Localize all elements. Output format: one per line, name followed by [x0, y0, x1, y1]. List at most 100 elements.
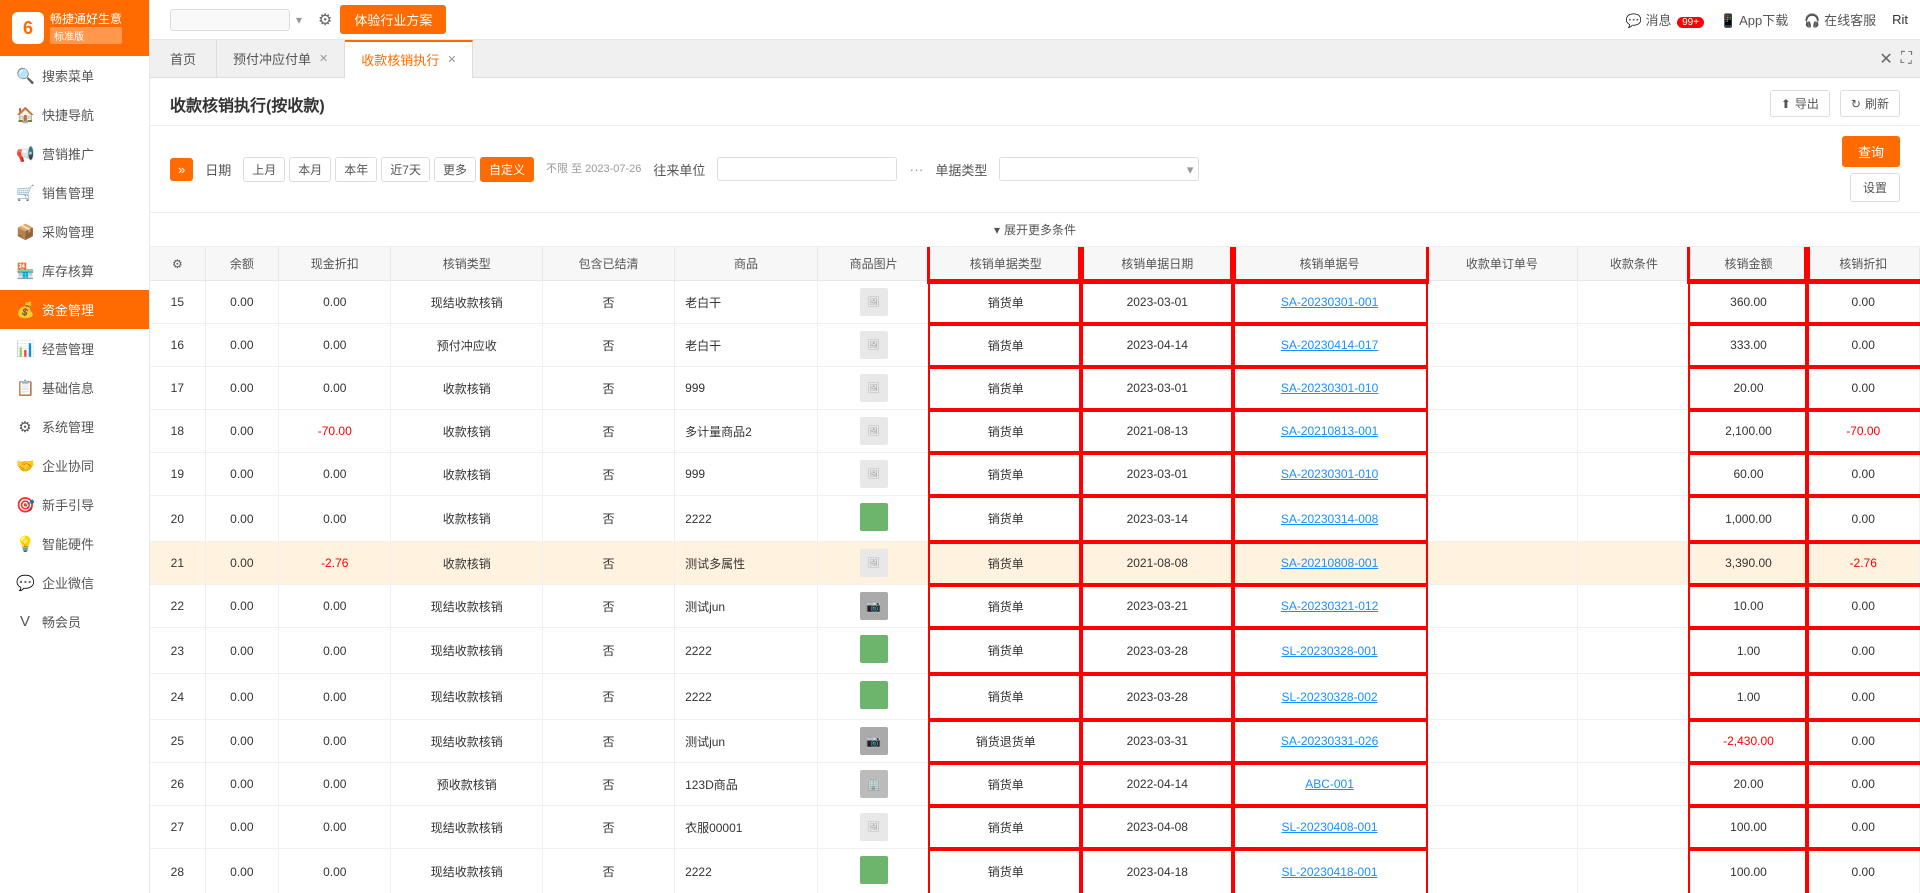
row-type: 预付冲应收	[391, 324, 543, 367]
row-included: 否	[543, 496, 675, 542]
goods-img	[860, 635, 888, 663]
partner-input[interactable]	[717, 157, 897, 181]
table-row: 15 0.00 0.00 现结收款核销 否 老白干 🖼 销货单 2023-03-…	[150, 281, 1920, 324]
date-btn-more[interactable]: 更多	[434, 157, 476, 182]
page-header: 收款核销执行(按收款) ⬆ 导出 ↻ 刷新	[150, 78, 1920, 126]
goods-img: 🖼	[860, 331, 888, 359]
row-included: 否	[543, 674, 675, 720]
row-payment-cond	[1578, 585, 1690, 628]
row-discount: 0.00	[1807, 849, 1920, 893]
message-link[interactable]: 💬 消息 99+	[1626, 10, 1704, 29]
tab-prepayment[interactable]: 预付冲应付单 ✕	[217, 40, 345, 78]
sidebar: 6 畅捷通好生意 标准版 🔍 搜索菜单 🏠 快捷导航 📢 营销推广 🛒 销售管理…	[0, 0, 150, 893]
tab-close-all-button[interactable]: ✕	[1879, 49, 1892, 69]
sidebar-item-purchase[interactable]: 📦 采购管理	[0, 212, 149, 251]
expand-conditions-btn[interactable]: ▾ 展开更多条件	[986, 217, 1084, 242]
col-payment-cond: 收款条件	[1578, 247, 1690, 281]
row-included: 否	[543, 628, 675, 674]
bill-type-label: 单据类型	[935, 160, 987, 179]
row-no: 28	[150, 849, 205, 893]
sidebar-item-finance[interactable]: 💰 资金管理	[0, 290, 149, 329]
row-bill-date: 2023-04-08	[1081, 806, 1233, 849]
col-settings[interactable]: ⚙	[150, 247, 205, 281]
row-payment-cond	[1578, 324, 1690, 367]
tab-prepayment-close[interactable]: ✕	[319, 52, 328, 65]
user-name[interactable]: Rit	[1892, 12, 1908, 27]
sidebar-item-marketing[interactable]: 📢 营销推广	[0, 134, 149, 173]
sidebar-label-guide: 新手引导	[42, 495, 94, 514]
row-payment-cond	[1578, 410, 1690, 453]
sidebar-label-hardware: 智能硬件	[42, 534, 94, 553]
row-bill-type: 销货单	[930, 496, 1082, 542]
tab-home[interactable]: 首页	[150, 40, 217, 78]
date-btn-last-month[interactable]: 上月	[243, 157, 285, 182]
row-type: 现结收款核销	[391, 720, 543, 763]
goods-img: 📷	[860, 592, 888, 620]
sidebar-item-collab[interactable]: 🤝 企业协同	[0, 446, 149, 485]
finance-icon: 💰	[16, 301, 34, 319]
sidebar-item-basicinfo[interactable]: 📋 基础信息	[0, 368, 149, 407]
row-type: 预收款核销	[391, 763, 543, 806]
row-type: 现结收款核销	[391, 674, 543, 720]
date-btn-custom[interactable]: 自定义	[480, 157, 534, 182]
row-bill-date: 2022-04-14	[1081, 763, 1233, 806]
sidebar-item-search[interactable]: 🔍 搜索菜单	[0, 56, 149, 95]
operations-icon: 📊	[16, 340, 34, 358]
row-goods: 老白干	[675, 324, 818, 367]
home-icon: 🏠	[16, 106, 34, 124]
row-cash-discount: 0.00	[279, 628, 391, 674]
settings-icon[interactable]: ⚙	[318, 10, 332, 30]
bill-type-select[interactable]: 销货单 销货退货单	[999, 157, 1199, 181]
sidebar-item-guide[interactable]: 🎯 新手引导	[0, 485, 149, 524]
sidebar-item-wechat[interactable]: 💬 企业微信	[0, 563, 149, 602]
row-goods: 999	[675, 453, 818, 496]
row-no: 16	[150, 324, 205, 367]
row-amount: 10.00	[1690, 585, 1807, 628]
app-download-link[interactable]: 📱 App下载	[1720, 10, 1788, 29]
row-bill-no: SA-20230414-017	[1233, 324, 1426, 367]
filter-settings-button[interactable]: 设置	[1850, 173, 1900, 202]
row-payment-cond	[1578, 763, 1690, 806]
sidebar-item-inventory[interactable]: 🏪 库存核算	[0, 251, 149, 290]
row-discount: -70.00	[1807, 410, 1920, 453]
sidebar-item-nav[interactable]: 🏠 快捷导航	[0, 95, 149, 134]
date-btn-7days[interactable]: 近7天	[381, 157, 430, 182]
brand-input[interactable]	[170, 9, 290, 31]
sidebar-item-sales[interactable]: 🛒 销售管理	[0, 173, 149, 212]
row-goods-img	[817, 674, 929, 720]
date-btn-this-year[interactable]: 本年	[335, 157, 377, 182]
solution-button[interactable]: 体验行业方案	[340, 5, 446, 34]
query-button[interactable]: 查询	[1842, 136, 1900, 167]
sidebar-item-operations[interactable]: 📊 经营管理	[0, 329, 149, 368]
table-row: 23 0.00 0.00 现结收款核销 否 2222 销货单 2023-03-2…	[150, 628, 1920, 674]
col-bill-type: 核销单据类型	[930, 247, 1082, 281]
partner-more-btn[interactable]: ···	[909, 161, 923, 177]
row-bill-type: 销货单	[930, 367, 1082, 410]
row-goods-img: 🖼	[817, 367, 929, 410]
export-button[interactable]: ⬆ 导出	[1770, 90, 1830, 117]
row-no: 25	[150, 720, 205, 763]
sidebar-label-purchase: 采购管理	[42, 222, 94, 241]
tab-collection[interactable]: 收款核销执行 ✕	[345, 40, 473, 78]
row-bill-no: SL-20230328-001	[1233, 628, 1426, 674]
dropdown-arrow[interactable]: ▾	[296, 13, 302, 27]
row-bill-type: 销货单	[930, 453, 1082, 496]
refresh-button[interactable]: ↻ 刷新	[1840, 90, 1900, 117]
tab-expand-button[interactable]: ⛶	[1901, 50, 1912, 68]
row-no: 20	[150, 496, 205, 542]
query-settings-group: 查询 设置	[1842, 136, 1900, 202]
online-service-link[interactable]: 🎧 在线客服	[1804, 10, 1876, 29]
sidebar-label-search: 搜索菜单	[42, 66, 94, 85]
date-btn-this-month[interactable]: 本月	[289, 157, 331, 182]
filter-toggle-button[interactable]: »	[170, 158, 193, 181]
sidebar-item-system[interactable]: ⚙ 系统管理	[0, 407, 149, 446]
row-goods: 123D商品	[675, 763, 818, 806]
guide-icon: 🎯	[16, 496, 34, 514]
tab-collection-close[interactable]: ✕	[447, 53, 456, 66]
sidebar-item-vip[interactable]: V 畅会员	[0, 602, 149, 641]
row-goods-img: 📷	[817, 585, 929, 628]
col-bill-no: 核销单据号	[1233, 247, 1426, 281]
row-bill-date: 2021-08-13	[1081, 410, 1233, 453]
col-discount: 核销折扣	[1807, 247, 1920, 281]
sidebar-item-hardware[interactable]: 💡 智能硬件	[0, 524, 149, 563]
